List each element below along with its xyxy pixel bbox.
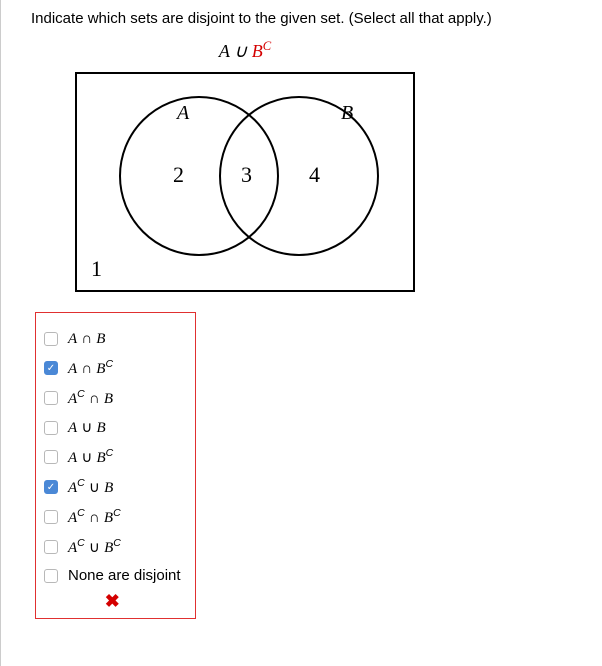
option-checkbox-4[interactable] (44, 450, 58, 464)
venn-region-4: 4 (309, 162, 320, 188)
option-row-5: ✓ AC ∪ B (44, 472, 181, 502)
option-row-0: A ∩ B (44, 325, 181, 353)
venn-region-1: 1 (91, 256, 102, 282)
given-set-red: BC (252, 41, 271, 61)
option-checkbox-2[interactable] (44, 391, 58, 405)
option-checkbox-8[interactable] (44, 569, 58, 583)
given-set: A ∪ BC (75, 39, 415, 62)
feedback-incorrect-icon: ✖ (44, 589, 181, 614)
option-label-3: A ∪ B (68, 418, 106, 437)
option-row-4: A ∪ BC (44, 442, 181, 472)
question-text: Indicate which sets are disjoint to the … (31, 10, 582, 27)
option-checkbox-5[interactable]: ✓ (44, 480, 58, 494)
venn-universe-box: A B 1 2 3 4 (75, 72, 415, 292)
venn-region-3: 3 (241, 162, 252, 188)
venn-label-a: A (177, 102, 189, 125)
option-label-2: AC ∩ B (68, 388, 113, 408)
question-container: Indicate which sets are disjoint to the … (0, 0, 602, 666)
venn-label-b: B (341, 102, 353, 125)
option-checkbox-1[interactable]: ✓ (44, 361, 58, 375)
option-row-1: ✓ A ∩ BC (44, 353, 181, 383)
given-set-plain: A ∪ (219, 41, 252, 61)
option-label-1: A ∩ BC (68, 358, 113, 378)
option-row-8: None are disjoint (44, 562, 181, 589)
option-checkbox-7[interactable] (44, 540, 58, 554)
answer-options-box: A ∩ B ✓ A ∩ BC AC ∩ B A ∪ B A ∪ BC ✓ AC ∪ B AC ∩… (35, 312, 196, 619)
option-label-0: A ∩ B (68, 330, 105, 348)
option-checkbox-0[interactable] (44, 332, 58, 346)
option-label-4: A ∪ BC (68, 447, 113, 467)
option-row-7: AC ∪ BC (44, 532, 181, 562)
option-label-7: AC ∪ BC (68, 537, 121, 557)
venn-region-2: 2 (173, 162, 184, 188)
option-checkbox-3[interactable] (44, 421, 58, 435)
option-row-6: AC ∩ BC (44, 502, 181, 532)
option-row-2: AC ∩ B (44, 383, 181, 413)
option-label-8: None are disjoint (68, 567, 181, 584)
option-label-5: AC ∪ B (68, 477, 113, 497)
option-checkbox-6[interactable] (44, 510, 58, 524)
option-label-6: AC ∩ BC (68, 507, 121, 527)
option-row-3: A ∪ B (44, 413, 181, 442)
venn-diagram: A B 1 2 3 4 (75, 72, 582, 292)
